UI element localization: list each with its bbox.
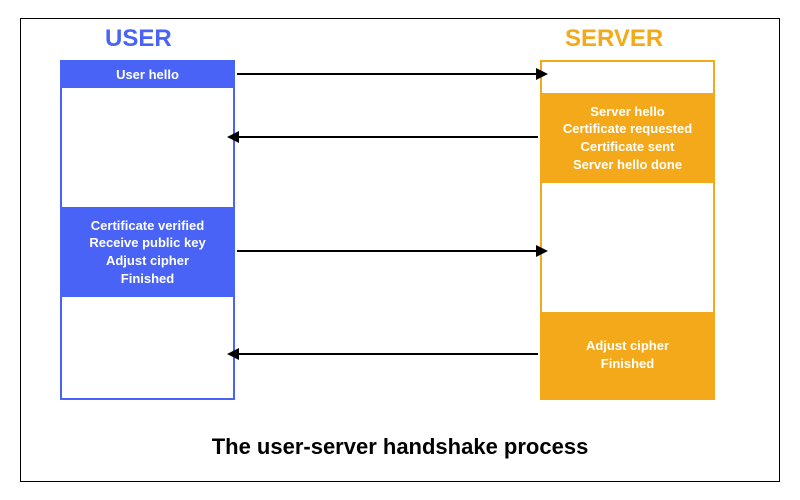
user-block-cert: Certificate verified Receive public key … xyxy=(62,207,233,297)
arrow-step-4 xyxy=(237,353,538,355)
user-block-line: User hello xyxy=(62,66,233,84)
user-block-line: Receive public key xyxy=(62,234,233,252)
server-column: Server hello Certificate requested Certi… xyxy=(540,60,715,400)
server-block-finish: Adjust cipher Finished xyxy=(542,312,713,398)
server-block-hello: Server hello Certificate requested Certi… xyxy=(542,93,713,183)
server-heading: SERVER xyxy=(565,25,663,53)
arrow-step-1 xyxy=(237,73,538,75)
server-block-line: Server hello done xyxy=(542,156,713,174)
server-block-line: Adjust cipher xyxy=(542,337,713,355)
server-block-line: Certificate sent xyxy=(542,138,713,156)
user-block-line: Certificate verified xyxy=(62,217,233,235)
user-block-hello: User hello xyxy=(62,62,233,88)
user-heading: USER xyxy=(105,25,172,53)
arrow-step-3 xyxy=(237,250,538,252)
server-block-line: Certificate requested xyxy=(542,120,713,138)
arrow-step-2 xyxy=(237,136,538,138)
user-block-line: Finished xyxy=(62,270,233,288)
user-block-line: Adjust cipher xyxy=(62,252,233,270)
server-block-line: Server hello xyxy=(542,103,713,121)
user-column: User hello Certificate verified Receive … xyxy=(60,60,235,400)
diagram-caption: The user-server handshake process xyxy=(0,434,800,460)
server-block-line: Finished xyxy=(542,355,713,373)
